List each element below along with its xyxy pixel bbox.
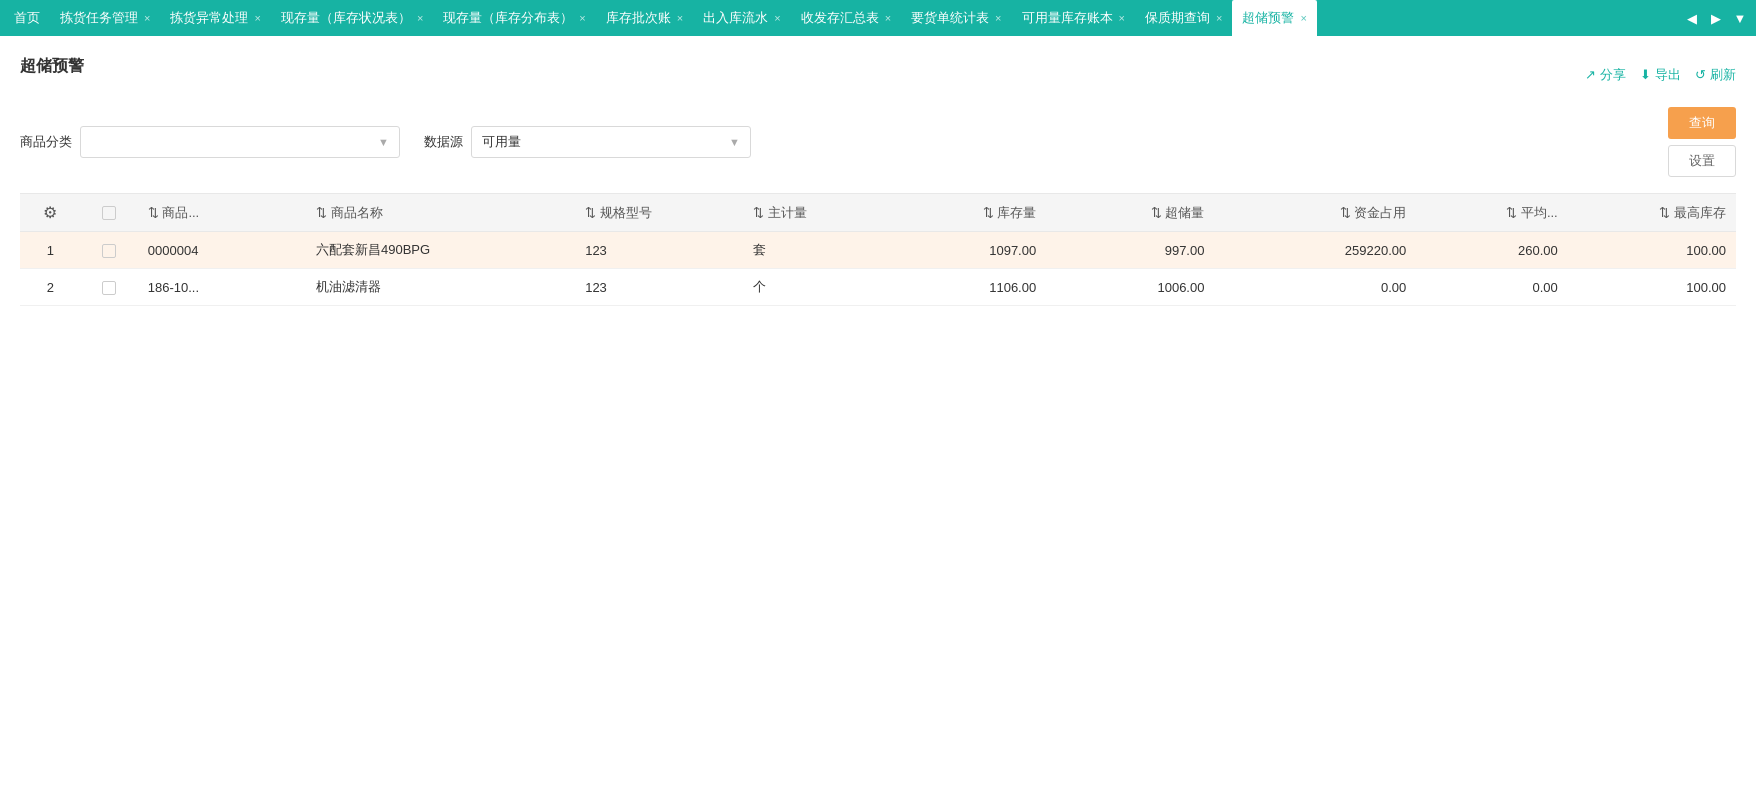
- nav-close-icon[interactable]: ×: [1119, 12, 1125, 24]
- nav-item-label: 拣货任务管理: [60, 9, 138, 27]
- col-header-over-stock[interactable]: ⇅ 超储量: [1046, 194, 1214, 232]
- refresh-icon: ↺: [1695, 67, 1706, 82]
- query-button[interactable]: 查询: [1668, 107, 1736, 139]
- page-title: 超储预警: [20, 56, 84, 77]
- row-capital-use: 259220.00: [1214, 232, 1416, 269]
- row-stock: 1097.00: [878, 232, 1046, 269]
- nav-item-5[interactable]: 库存批次账 ×: [596, 0, 693, 36]
- nav-item-6[interactable]: 出入库流水 ×: [693, 0, 790, 36]
- select-all-checkbox[interactable]: [102, 206, 116, 220]
- nav-item-label: 超储预警: [1242, 9, 1294, 27]
- nav-item-label: 拣货异常处理: [170, 9, 248, 27]
- nav-close-icon[interactable]: ×: [677, 12, 683, 24]
- row-product-name: 机油滤清器: [306, 269, 575, 306]
- row-max-stock: 100.00: [1568, 269, 1736, 306]
- table-header-row: ⚙ ⇅ 商品... ⇅ 商品名称 ⇅ 规格型号 ⇅ 主计量 ⇅ 库存量: [20, 194, 1736, 232]
- nav-item-8[interactable]: 要货单统计表 ×: [901, 0, 1011, 36]
- nav-item-label: 出入库流水: [703, 9, 768, 27]
- row-product-name: 六配套新昌490BPG: [306, 232, 575, 269]
- row-num: 1: [20, 232, 81, 269]
- nav-item-2[interactable]: 拣货异常处理 ×: [160, 0, 270, 36]
- nav-item-label: 现存量（库存分布表）: [443, 9, 573, 27]
- nav-item-label: 库存批次账: [606, 9, 671, 27]
- nav-close-icon[interactable]: ×: [144, 12, 150, 24]
- category-label: 商品分类: [20, 133, 72, 151]
- row-checkbox-cell: [81, 232, 138, 269]
- col-header-capital-use[interactable]: ⇅ 资金占用: [1214, 194, 1416, 232]
- nav-item-3[interactable]: 现存量（库存状况表） ×: [271, 0, 433, 36]
- nav-close-icon[interactable]: ×: [417, 12, 423, 24]
- export-icon: ⬇: [1640, 67, 1651, 82]
- row-spec: 123: [575, 269, 743, 306]
- nav-close-icon[interactable]: ×: [579, 12, 585, 24]
- row-checkbox[interactable]: [102, 244, 116, 258]
- nav-more-arrow[interactable]: ▼: [1728, 0, 1752, 36]
- row-avg: 0.00: [1416, 269, 1567, 306]
- nav-item-4[interactable]: 现存量（库存分布表） ×: [433, 0, 595, 36]
- datasource-filter-group: 数据源 可用量 ▼: [424, 126, 751, 158]
- nav-close-icon[interactable]: ×: [1300, 12, 1306, 24]
- col-header-unit[interactable]: ⇅ 主计量: [743, 194, 878, 232]
- checkbox-column-header: [81, 194, 138, 232]
- nav-item-7[interactable]: 收发存汇总表 ×: [791, 0, 901, 36]
- category-filter-group: 商品分类 ▼: [20, 126, 400, 158]
- settings-button[interactable]: 设置: [1668, 145, 1736, 177]
- row-over-stock: 997.00: [1046, 232, 1214, 269]
- nav-item-11[interactable]: 超储预警 ×: [1232, 0, 1316, 36]
- nav-item-9[interactable]: 可用量库存账本 ×: [1012, 0, 1135, 36]
- share-button[interactable]: ↗ 分享: [1585, 66, 1626, 84]
- data-table: ⚙ ⇅ 商品... ⇅ 商品名称 ⇅ 规格型号 ⇅ 主计量 ⇅ 库存量: [20, 193, 1736, 306]
- row-unit: 套: [743, 232, 878, 269]
- col-header-stock[interactable]: ⇅ 库存量: [878, 194, 1046, 232]
- row-product-id: 0000004: [138, 232, 306, 269]
- table-row: 1 0000004 六配套新昌490BPG 123 套 1097.00 997.…: [20, 232, 1736, 269]
- datasource-select[interactable]: 可用量 ▼: [471, 126, 751, 158]
- datasource-chevron-icon: ▼: [729, 136, 740, 148]
- nav-item-label: 首页: [14, 9, 40, 27]
- datasource-label: 数据源: [424, 133, 463, 151]
- nav-item-0[interactable]: 首页: [4, 0, 50, 36]
- settings-column-header[interactable]: ⚙: [20, 194, 81, 232]
- nav-close-icon[interactable]: ×: [254, 12, 260, 24]
- row-product-id: 186-10...: [138, 269, 306, 306]
- row-stock: 1106.00: [878, 269, 1046, 306]
- nav-item-label: 可用量库存账本: [1022, 9, 1113, 27]
- row-max-stock: 100.00: [1568, 232, 1736, 269]
- nav-prev-arrow[interactable]: ◀: [1680, 0, 1704, 36]
- row-avg: 260.00: [1416, 232, 1567, 269]
- category-chevron-icon: ▼: [378, 136, 389, 148]
- category-select[interactable]: ▼: [80, 126, 400, 158]
- nav-next-arrow[interactable]: ▶: [1704, 0, 1728, 36]
- category-select-value: [91, 135, 95, 150]
- nav-close-icon[interactable]: ×: [1216, 12, 1222, 24]
- row-over-stock: 1006.00: [1046, 269, 1214, 306]
- datasource-select-value: 可用量: [482, 133, 521, 151]
- share-icon: ↗: [1585, 67, 1596, 82]
- nav-item-label: 现存量（库存状况表）: [281, 9, 411, 27]
- nav-close-icon[interactable]: ×: [774, 12, 780, 24]
- nav-item-10[interactable]: 保质期查询 ×: [1135, 0, 1232, 36]
- row-checkbox[interactable]: [102, 281, 116, 295]
- col-header-product-name[interactable]: ⇅ 商品名称: [306, 194, 575, 232]
- top-nav: 首页拣货任务管理×拣货异常处理×现存量（库存状况表）×现存量（库存分布表）×库存…: [0, 0, 1756, 36]
- nav-item-label: 保质期查询: [1145, 9, 1210, 27]
- row-spec: 123: [575, 232, 743, 269]
- row-capital-use: 0.00: [1214, 269, 1416, 306]
- nav-item-label: 收发存汇总表: [801, 9, 879, 27]
- table-row: 2 186-10... 机油滤清器 123 个 1106.00 1006.00 …: [20, 269, 1736, 306]
- row-unit: 个: [743, 269, 878, 306]
- filter-row: 商品分类 ▼ 数据源 可用量 ▼ 查询 设置: [20, 107, 1736, 177]
- nav-close-icon[interactable]: ×: [885, 12, 891, 24]
- nav-item-1[interactable]: 拣货任务管理 ×: [50, 0, 160, 36]
- nav-close-icon[interactable]: ×: [995, 12, 1001, 24]
- refresh-button[interactable]: ↺ 刷新: [1695, 66, 1736, 84]
- col-header-product-id[interactable]: ⇅ 商品...: [138, 194, 306, 232]
- col-header-avg[interactable]: ⇅ 平均...: [1416, 194, 1567, 232]
- row-checkbox-cell: [81, 269, 138, 306]
- col-header-spec[interactable]: ⇅ 规格型号: [575, 194, 743, 232]
- col-header-max-stock[interactable]: ⇅ 最高库存: [1568, 194, 1736, 232]
- export-button[interactable]: ⬇ 导出: [1640, 66, 1681, 84]
- row-num: 2: [20, 269, 81, 306]
- nav-item-label: 要货单统计表: [911, 9, 989, 27]
